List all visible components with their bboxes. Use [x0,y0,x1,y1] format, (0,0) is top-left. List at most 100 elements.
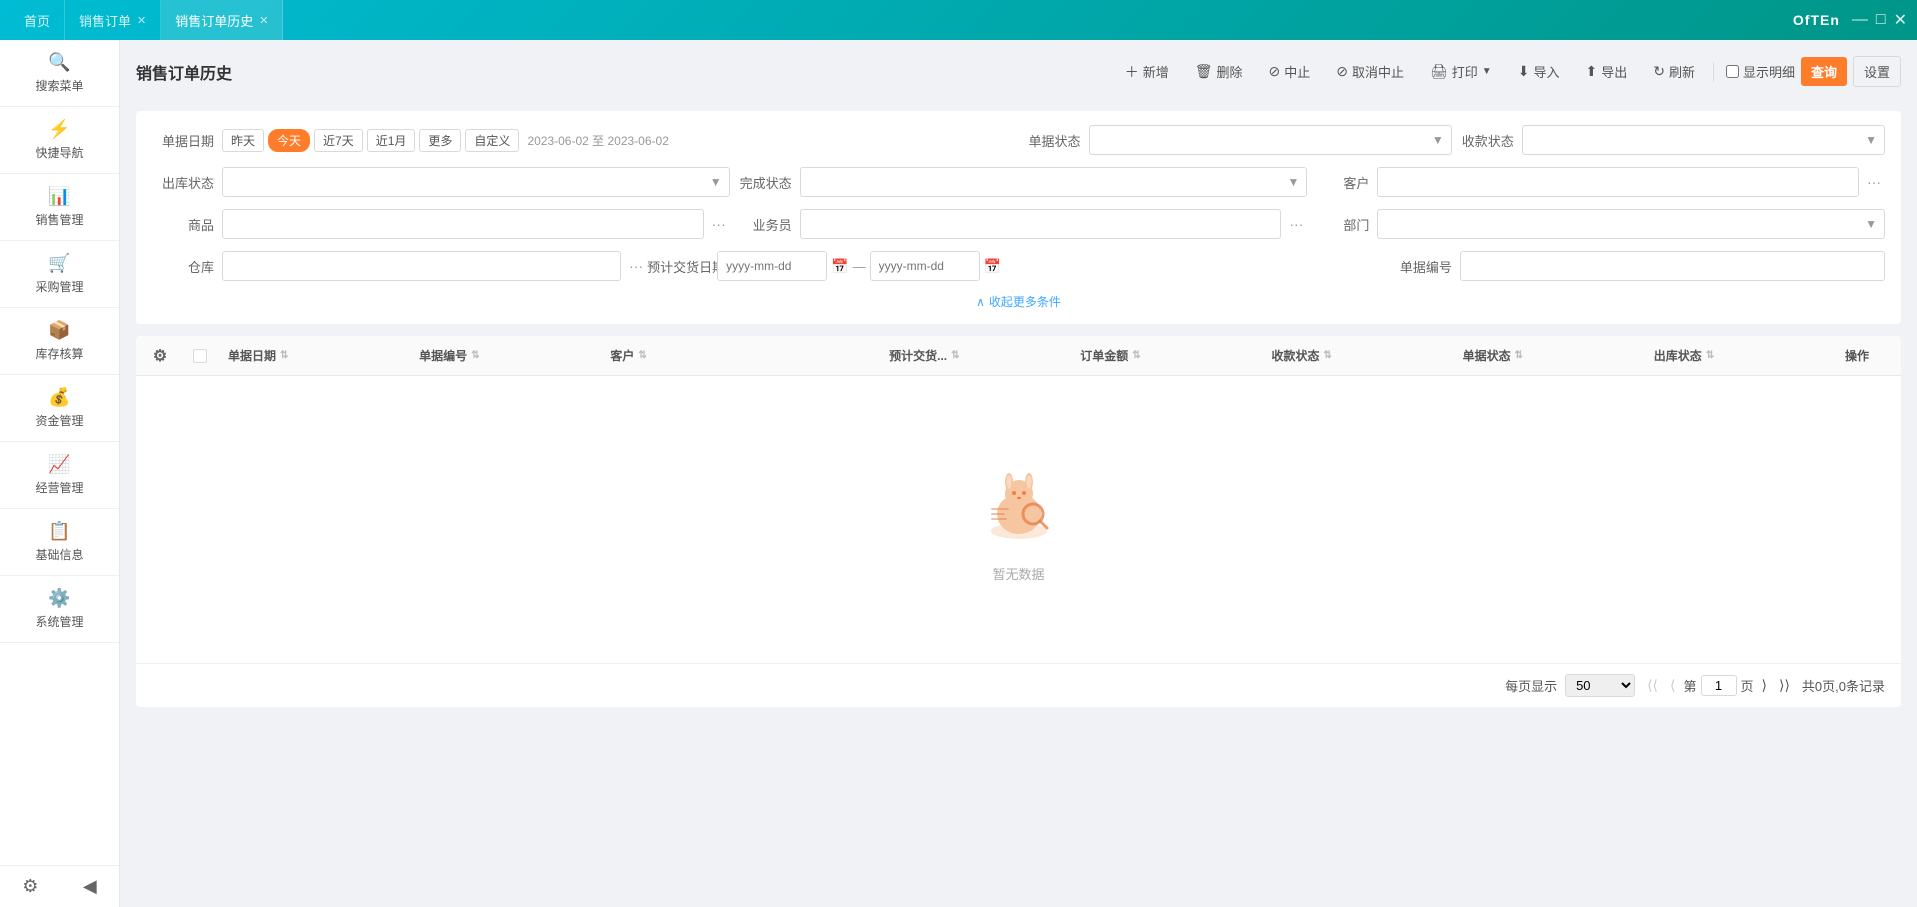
query-button[interactable]: 查询 [1801,57,1847,86]
maximize-icon[interactable]: □ [1876,11,1886,29]
th-amount[interactable]: 订单金额 ⇅ [1072,347,1263,364]
th-doc-status-label: 单据状态 [1463,347,1511,364]
export-button[interactable]: ⬆ 导出 [1575,57,1637,86]
page-number-input[interactable] [1701,675,1737,696]
minimize-icon[interactable]: — [1852,11,1868,29]
sidebar-item-purchase-mgmt[interactable]: 🛒 采购管理 [0,241,119,308]
th-doc-status[interactable]: 单据状态 ⇅ [1455,347,1646,364]
collapse-sidebar-icon[interactable]: ◀ [83,876,97,897]
last-page-btn[interactable]: ⟩⟩ [1775,675,1794,696]
next-page-btn[interactable]: ⟩ [1758,675,1771,696]
collapse-filter-btn[interactable]: ∧ 收起更多条件 [152,293,1885,310]
print-button[interactable]: 🖨 打印 ▼ [1420,57,1502,86]
date-range-text: 2023-06-02 至 2023-06-02 [527,132,668,149]
customer-input[interactable] [1377,167,1859,197]
delivery-date-end-cal-icon[interactable]: 📅 [984,258,1001,275]
th-payment-status[interactable]: 收款状态 ⇅ [1263,347,1454,364]
doc-status-label: 单据状态 [1019,131,1089,150]
salesperson-ellipsis-btn[interactable]: ··· [1285,212,1307,236]
doc-number-control [1460,251,1885,281]
sidebar-item-sys-mgmt[interactable]: ⚙️ 系统管理 [0,576,119,643]
table-settings-gear-icon[interactable]: ⚙ [153,346,167,366]
delete-button[interactable]: 🗑 删除 [1185,57,1253,86]
doc-status-control: ▼ [1089,125,1452,155]
display-cols-toggle[interactable]: 显示明细 [1726,62,1795,81]
close-icon[interactable]: ✕ [1894,10,1907,30]
th-checkbox[interactable] [180,349,220,363]
complete-status-select[interactable] [800,167,1308,197]
product-input[interactable] [222,209,704,239]
today-btn[interactable]: 今天 [268,129,310,152]
th-date[interactable]: 单据日期 ⇅ [220,347,411,364]
custom-btn[interactable]: 自定义 [465,129,519,152]
first-page-btn[interactable]: ⟨⟨ [1643,675,1662,696]
page-word: 页 [1741,676,1754,695]
select-all-checkbox[interactable] [193,349,207,363]
department-select[interactable] [1377,209,1885,239]
th-customer-sort-icon: ⇅ [638,350,646,361]
sidebar-item-finance-label: 资金管理 [35,412,83,429]
tab-sales-order-history[interactable]: 销售订单历史 ✕ [161,0,283,40]
refresh-button[interactable]: ↻ 刷新 [1643,57,1705,86]
product-label: 商品 [152,215,222,234]
new-button[interactable]: ＋ 新增 [1115,57,1179,87]
th-number-sort-icon: ⇅ [471,350,479,361]
th-out-status[interactable]: 出库状态 ⇅ [1646,347,1837,364]
delivery-date-end[interactable] [870,251,980,281]
top-tabs: 首页 销售订单 ✕ 销售订单历史 ✕ [10,0,283,40]
empty-text: 暂无数据 [992,564,1044,583]
salesperson-input[interactable] [800,209,1282,239]
sidebar-item-search-menu[interactable]: 🔍 搜索菜单 [0,40,119,107]
warehouse-input[interactable] [222,251,621,281]
import-label: 导入 [1533,62,1559,81]
warehouse-ellipsis-btn[interactable]: ··· [625,254,647,278]
stop-button[interactable]: ⊘ 中止 [1259,57,1321,86]
sidebar-item-basic-info[interactable]: 📋 基础信息 [0,509,119,576]
sidebar-item-operations[interactable]: 📈 经营管理 [0,442,119,509]
delivery-date-start-cal-icon[interactable]: 📅 [831,258,848,275]
prev-page-btn[interactable]: ⟨ [1666,675,1679,696]
delivery-date-range: 📅 — 📅 [717,251,1390,281]
doc-number-input[interactable] [1460,251,1885,281]
payment-status-select[interactable] [1522,125,1885,155]
main-layout: 🔍 搜索菜单 ⚡ 快捷导航 📊 销售管理 🛒 采购管理 📦 库存核算 💰 资金管… [0,40,1917,907]
sidebar-item-sales-mgmt[interactable]: 📊 销售管理 [0,174,119,241]
settings-button[interactable]: 设置 [1853,56,1901,87]
out-status-label: 出库状态 [152,173,222,192]
th-out-status-label: 出库状态 [1654,347,1702,364]
out-status-select[interactable] [222,167,730,197]
tab-sales-order-history-close[interactable]: ✕ [259,14,268,27]
settings-bottom-icon[interactable]: ⚙ [22,876,38,897]
th-delivery[interactable]: 预计交货... ⇅ [881,347,1072,364]
quick-nav-icon: ⚡ [48,119,70,140]
sidebar-item-inventory[interactable]: 📦 库存核算 [0,308,119,375]
tab-sales-order-close[interactable]: ✕ [137,14,146,27]
department-dropdown-icon: ▼ [1865,217,1877,231]
print-dropdown-icon: ▼ [1482,66,1492,77]
yesterday-btn[interactable]: 昨天 [222,129,264,152]
sidebar-item-quick-nav[interactable]: ⚡ 快捷导航 [0,107,119,174]
filter-item-department: 部门 ▼ [1307,209,1885,239]
th-payment-status-sort-icon: ⇅ [1323,350,1331,361]
doc-status-select[interactable] [1089,125,1452,155]
display-cols-label: 显示明细 [1743,62,1795,81]
tab-sales-order[interactable]: 销售订单 ✕ [65,0,161,40]
last7days-btn[interactable]: 近7天 [314,129,363,152]
import-button[interactable]: ⬇ 导入 [1508,57,1570,86]
page-size-select[interactable]: 10 20 50 100 [1565,674,1635,697]
last1month-btn[interactable]: 近1月 [367,129,416,152]
th-number[interactable]: 单据编号 ⇅ [411,347,602,364]
customer-ellipsis-btn[interactable]: ··· [1863,170,1885,194]
sidebar-item-finance[interactable]: 💰 资金管理 [0,375,119,442]
th-settings[interactable]: ⚙ [140,346,180,366]
more-btn[interactable]: 更多 [419,129,461,152]
th-payment-status-label: 收款状态 [1271,347,1319,364]
th-customer[interactable]: 客户 ⇅ [602,347,881,364]
cancel-stop-button[interactable]: ⊘ 取消中止 [1326,57,1414,86]
filter-item-payment-status: 收款状态 ▼ [1452,125,1885,155]
display-cols-checkbox[interactable] [1726,65,1739,78]
product-ellipsis-btn[interactable]: ··· [708,212,730,236]
tab-home[interactable]: 首页 [10,0,65,40]
delivery-date-start[interactable] [717,251,827,281]
sidebar-item-operations-label: 经营管理 [35,479,83,496]
